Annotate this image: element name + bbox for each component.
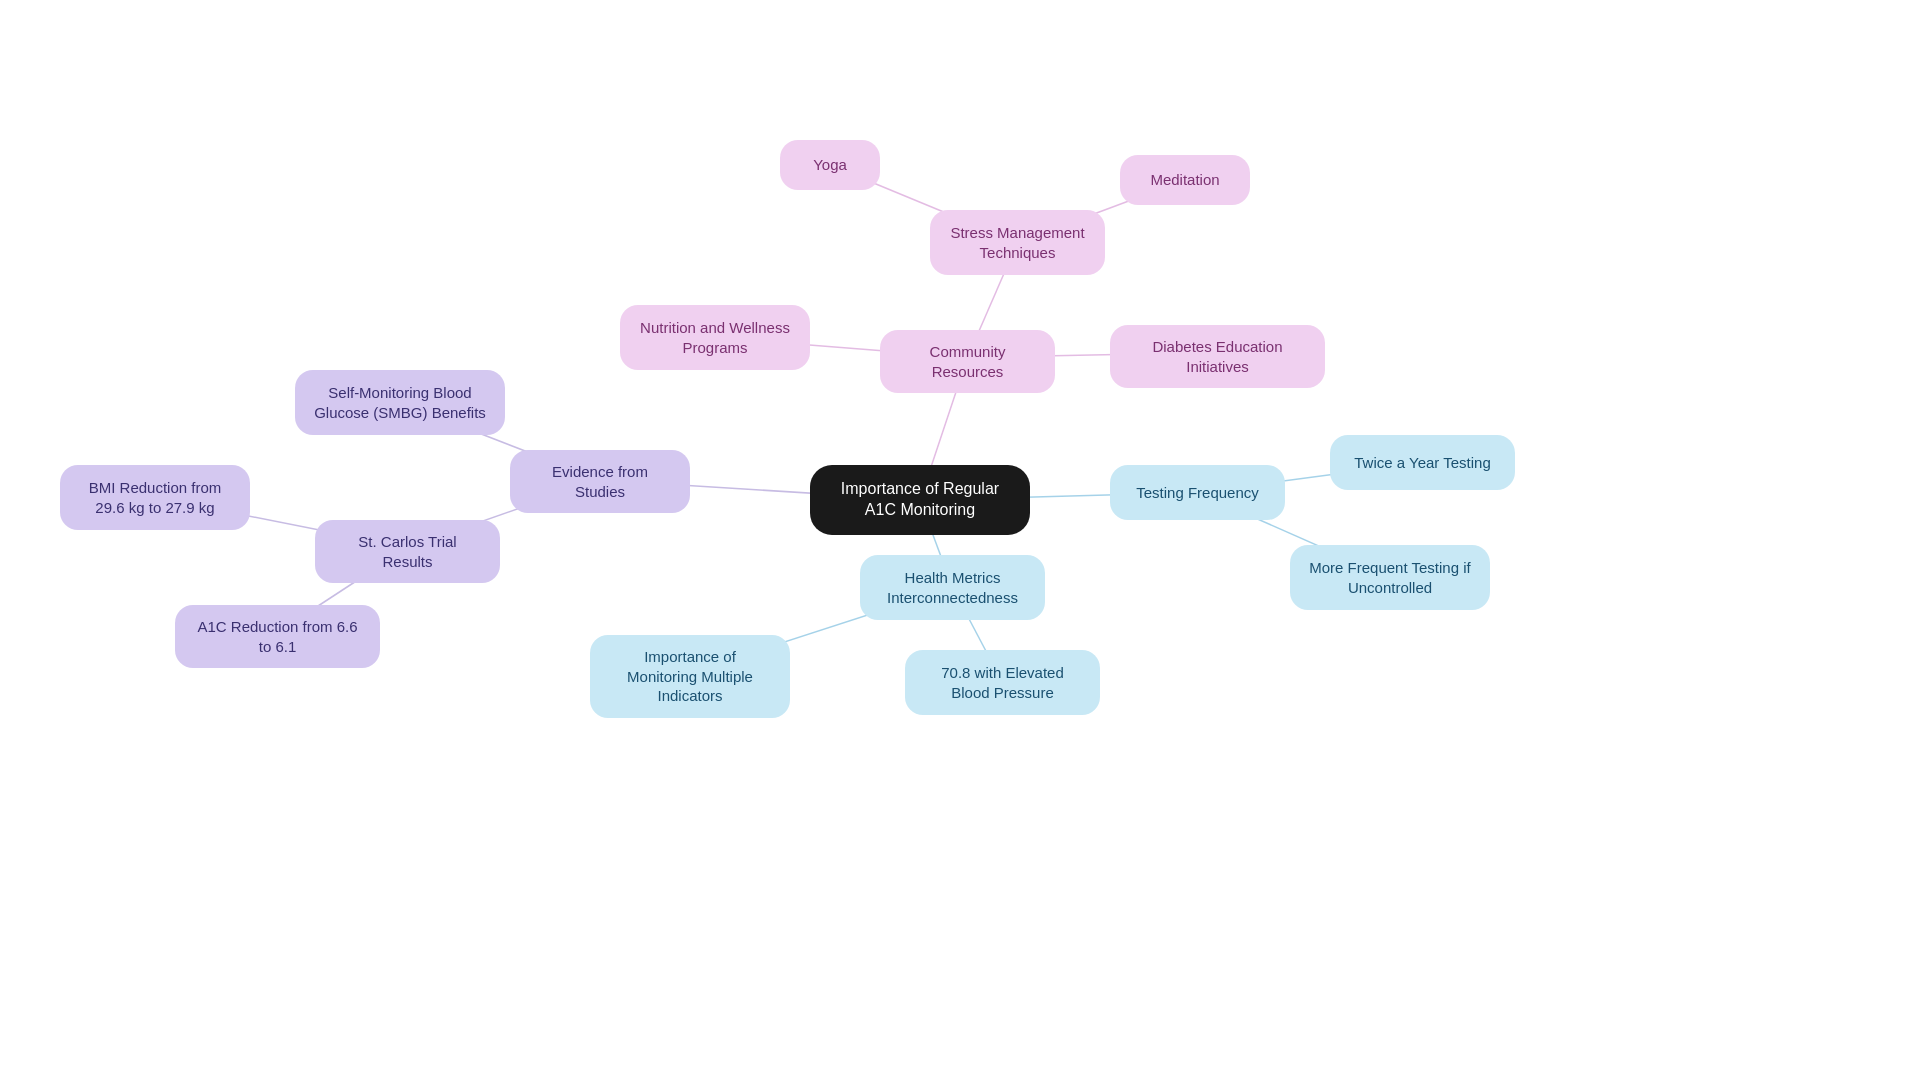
node-health_metrics[interactable]: Health Metrics Interconnectedness [860,555,1045,620]
node-a1c[interactable]: A1C Reduction from 6.6 to 6.1 [175,605,380,668]
node-community[interactable]: Community Resources [880,330,1055,393]
node-bmi[interactable]: BMI Reduction from 29.6 kg to 27.9 kg [60,465,250,530]
node-testing_freq[interactable]: Testing Frequency [1110,465,1285,520]
node-stress[interactable]: Stress Management Techniques [930,210,1105,275]
node-more_frequent[interactable]: More Frequent Testing if Uncontrolled [1290,545,1490,610]
node-nutrition[interactable]: Nutrition and Wellness Programs [620,305,810,370]
node-yoga[interactable]: Yoga [780,140,880,190]
node-center[interactable]: Importance of Regular A1C Monitoring [810,465,1030,535]
node-twice_year[interactable]: Twice a Year Testing [1330,435,1515,490]
node-importance_monitoring[interactable]: Importance of Monitoring Multiple Indica… [590,635,790,718]
node-diabetes_ed[interactable]: Diabetes Education Initiatives [1110,325,1325,388]
connections-svg [0,0,1920,1083]
mindmap-container: Importance of Regular A1C Monitoring Evid… [0,0,1920,1083]
node-evidence[interactable]: Evidence from Studies [510,450,690,513]
node-st_carlos[interactable]: St. Carlos Trial Results [315,520,500,583]
node-elevated_bp[interactable]: 70.8 with Elevated Blood Pressure [905,650,1100,715]
node-meditation[interactable]: Meditation [1120,155,1250,205]
node-smbg[interactable]: Self-Monitoring Blood Glucose (SMBG) Ben… [295,370,505,435]
